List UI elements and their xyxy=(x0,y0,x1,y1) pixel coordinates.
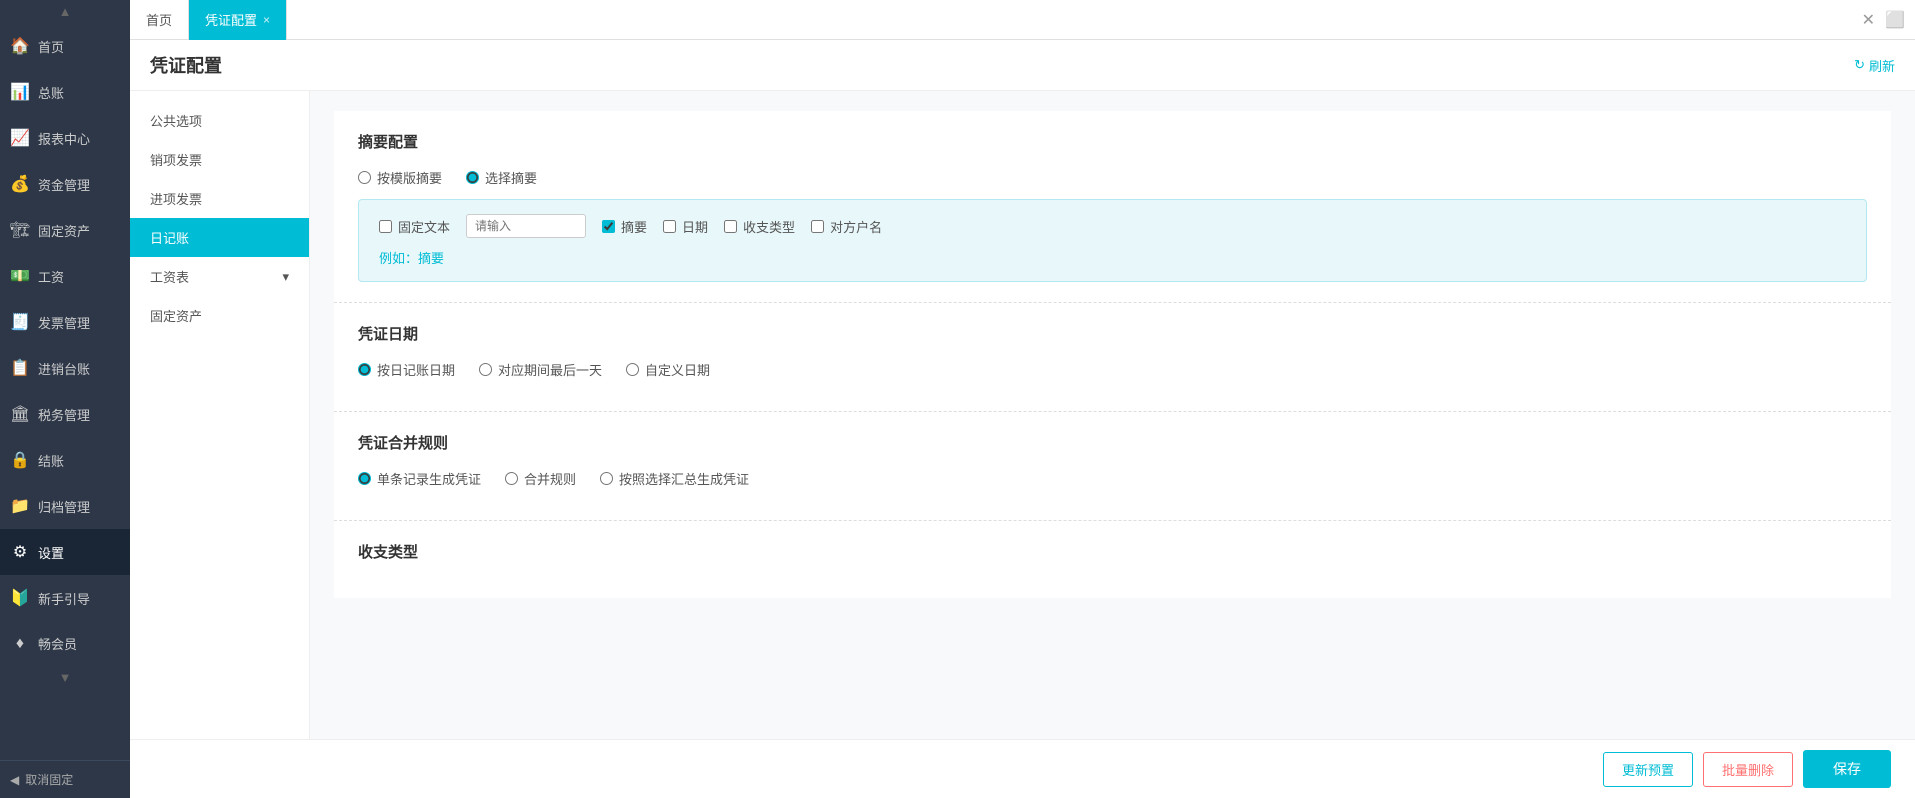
tax-icon: 🏛 xyxy=(10,404,30,424)
sidebar-item-guide[interactable]: 🔰 新手引导 xyxy=(0,575,130,621)
sidebar-item-reports[interactable]: 📈 报表中心 xyxy=(0,115,130,161)
nav-item-fixed-assets[interactable]: 固定资产 xyxy=(130,296,309,335)
chevron-down-icon: ▾ xyxy=(282,269,289,285)
funds-icon: 💰 xyxy=(10,174,30,194)
tab-bar: 首页 凭证配置 × ✕ ⬜ xyxy=(130,0,1915,40)
refresh-icon: ↻ xyxy=(1854,57,1865,73)
income-type-title: 收支类型 xyxy=(358,541,1867,562)
checkbox-date[interactable] xyxy=(663,220,676,233)
fixed-text-input[interactable] xyxy=(466,214,586,238)
reports-icon: 📈 xyxy=(10,128,30,148)
summary-config-title: 摘要配置 xyxy=(358,131,1867,152)
sidebar-item-payroll[interactable]: 💵 工资 xyxy=(0,253,130,299)
left-nav: 公共选项 销项发票 进项发票 日记账 工资表 ▾ 固定资产 xyxy=(130,91,310,739)
assets-icon: 🏗 xyxy=(10,220,30,240)
radio-merge-rule[interactable]: 合并规则 xyxy=(505,469,576,488)
nav-item-purchase-invoice[interactable]: 进项发票 xyxy=(130,179,309,218)
payroll-icon: 💵 xyxy=(10,266,30,286)
content-area: 凭证配置 ↻ 刷新 公共选项 销项发票 进项发票 日记账 xyxy=(130,40,1915,798)
summary-config-section: 摘要配置 按模版摘要 选择摘要 xyxy=(334,111,1891,303)
sidebar-item-funds[interactable]: 💰 资金管理 xyxy=(0,161,130,207)
checkbox-fixed-text[interactable] xyxy=(379,220,392,233)
voucher-date-section: 凭证日期 按日记账日期 对应期间最后一天 自定义日期 xyxy=(334,303,1891,412)
voucher-date-title: 凭证日期 xyxy=(358,323,1867,344)
nav-item-payroll-table[interactable]: 工资表 ▾ xyxy=(130,257,309,296)
page-title: 凭证配置 xyxy=(150,52,222,78)
nav-item-journal[interactable]: 日记账 xyxy=(130,218,309,257)
example-text: 例如：摘要 xyxy=(379,248,1846,267)
tab-actions: ✕ ⬜ xyxy=(1862,10,1915,30)
sidebar-item-settings[interactable]: ⚙ 设置 xyxy=(0,529,130,575)
income-type-section: 收支类型 xyxy=(334,521,1891,598)
tab-close-icon[interactable]: × xyxy=(263,13,270,27)
radio-period-last-day[interactable]: 对应期间最后一天 xyxy=(479,360,602,379)
radio-custom-date[interactable]: 自定义日期 xyxy=(626,360,710,379)
summary-config-box: 固定文本 摘要 日期 xyxy=(358,199,1867,282)
nav-item-public[interactable]: 公共选项 xyxy=(130,101,309,140)
radio-summary-generate[interactable]: 按照选择汇总生成凭证 xyxy=(600,469,749,488)
sidebar-item-home[interactable]: 🏠 首页 xyxy=(0,23,130,69)
merge-rules-radio-group: 单条记录生成凭证 合并规则 按照选择汇总生成凭证 xyxy=(358,469,1867,488)
tab-voucher-config[interactable]: 凭证配置 × xyxy=(189,0,287,40)
sidebar-item-sales-ledger[interactable]: 📋 进销台账 xyxy=(0,345,130,391)
summary-options-row: 固定文本 摘要 日期 xyxy=(379,214,1846,238)
update-preview-button[interactable]: 更新预置 xyxy=(1603,752,1693,787)
sidebar-item-vip[interactable]: ♦ 畅会员 xyxy=(0,621,130,666)
vip-icon: ♦ xyxy=(10,635,30,653)
merge-rules-title: 凭证合并规则 xyxy=(358,432,1867,453)
pin-icon: ◀ xyxy=(10,773,19,787)
merge-rules-section: 凭证合并规则 单条记录生成凭证 合并规则 按照选择汇总生成凭证 xyxy=(334,412,1891,521)
sidebar-item-assets[interactable]: 🏗 固定资产 xyxy=(0,207,130,253)
window-restore-icon[interactable]: ⬜ xyxy=(1885,10,1905,30)
settings-icon: ⚙ xyxy=(10,542,30,562)
sidebar-item-tax[interactable]: 🏛 税务管理 xyxy=(0,391,130,437)
sidebar-item-ledger[interactable]: 📊 总账 xyxy=(0,69,130,115)
radio-template-summary[interactable]: 按模版摘要 xyxy=(358,168,442,187)
sidebar-item-archive[interactable]: 📁 归档管理 xyxy=(0,483,130,529)
archive-icon: 📁 xyxy=(10,496,30,516)
bottom-bar: 更新预置 批量删除 保存 xyxy=(130,739,1915,798)
tab-home[interactable]: 首页 xyxy=(130,0,189,40)
main-layout: 公共选项 销项发票 进项发票 日记账 工资表 ▾ 固定资产 xyxy=(130,91,1915,739)
guide-icon: 🔰 xyxy=(10,588,30,608)
batch-delete-button[interactable]: 批量删除 xyxy=(1703,752,1793,787)
ledger-icon: 📊 xyxy=(10,82,30,102)
checkbox-summary-label[interactable]: 摘要 xyxy=(602,217,647,236)
sidebar-item-invoice-mgmt[interactable]: 🧾 发票管理 xyxy=(0,299,130,345)
checkbox-income-type-label[interactable]: 收支类型 xyxy=(724,217,795,236)
window-close-icon[interactable]: ✕ xyxy=(1862,10,1875,30)
voucher-date-radio-group: 按日记账日期 对应期间最后一天 自定义日期 xyxy=(358,360,1867,379)
checkbox-fixed-text-label[interactable]: 固定文本 xyxy=(379,217,450,236)
nav-item-sales-invoice[interactable]: 销项发票 xyxy=(130,140,309,179)
sidebar-scroll-down[interactable]: ▼ xyxy=(0,666,130,689)
checkbox-summary[interactable] xyxy=(602,220,615,233)
main-area: 首页 凭证配置 × ✕ ⬜ 凭证配置 ↻ 刷新 公共选项 xyxy=(130,0,1915,798)
checkbox-income-type[interactable] xyxy=(724,220,737,233)
invoice-mgmt-icon: 🧾 xyxy=(10,312,30,332)
refresh-button[interactable]: ↻ 刷新 xyxy=(1854,56,1895,75)
page-header: 凭证配置 ↻ 刷新 xyxy=(130,40,1915,91)
save-button[interactable]: 保存 xyxy=(1803,750,1891,788)
sidebar-scroll-up[interactable]: ▲ xyxy=(0,0,130,23)
radio-single-record[interactable]: 单条记录生成凭证 xyxy=(358,469,481,488)
checkbox-counterpart[interactable] xyxy=(811,220,824,233)
checkbox-date-label[interactable]: 日期 xyxy=(663,217,708,236)
sidebar: ▲ 🏠 首页 📊 总账 📈 报表中心 💰 资金管理 🏗 固定资产 💵 工资 🧾 … xyxy=(0,0,130,798)
checkbox-counterpart-label[interactable]: 对方户名 xyxy=(811,217,882,236)
radio-journal-date[interactable]: 按日记账日期 xyxy=(358,360,455,379)
sidebar-item-closing[interactable]: 🔒 结账 xyxy=(0,437,130,483)
radio-select-summary[interactable]: 选择摘要 xyxy=(466,168,537,187)
right-content: 摘要配置 按模版摘要 选择摘要 xyxy=(310,91,1915,739)
closing-icon: 🔒 xyxy=(10,450,30,470)
sales-ledger-icon: 📋 xyxy=(10,358,30,378)
home-icon: 🏠 xyxy=(10,36,30,56)
summary-radio-group: 按模版摘要 选择摘要 xyxy=(358,168,1867,187)
cancel-fixed-button[interactable]: ◀ 取消固定 xyxy=(0,760,130,798)
